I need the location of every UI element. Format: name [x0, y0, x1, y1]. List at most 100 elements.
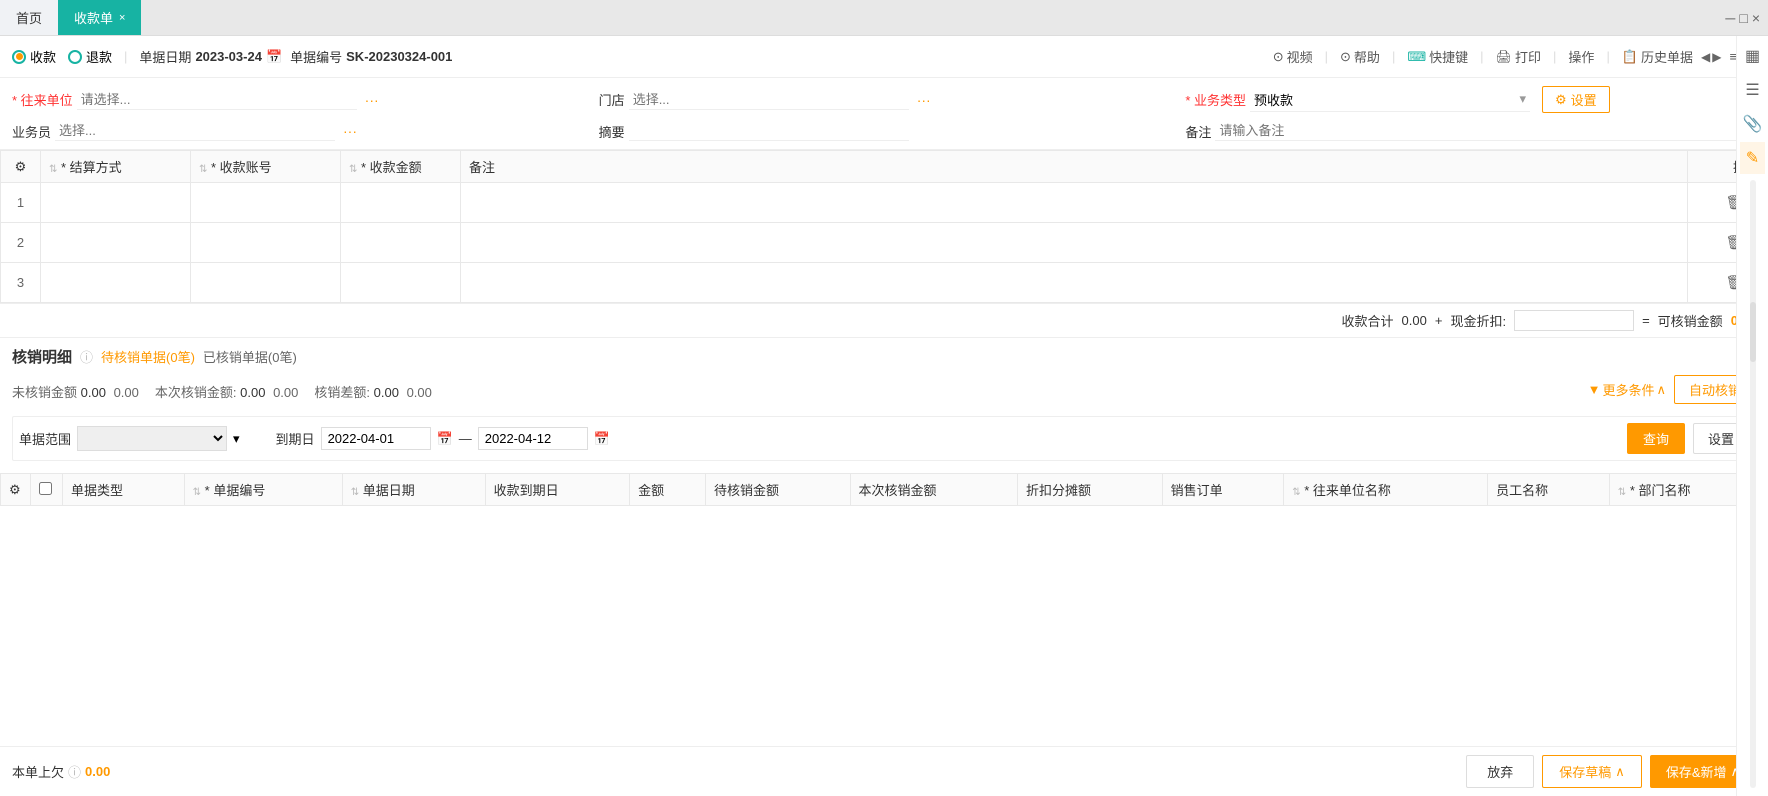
discard-button[interactable]: 放弃 [1466, 755, 1534, 788]
date-field: 单据日期 2023-03-24 📅 [139, 47, 282, 66]
row3-remark[interactable] [461, 263, 1688, 303]
row2-account[interactable] [191, 223, 341, 263]
scrollbar-track[interactable] [1750, 180, 1756, 788]
row3-amount[interactable] [341, 263, 461, 303]
radio-group: 收款 退款 [12, 47, 112, 66]
total-value: 0.00 [1402, 313, 1427, 328]
row2-amount[interactable] [341, 223, 461, 263]
tab-pending[interactable]: 待核销单据(0笔) [101, 347, 195, 366]
row3-account[interactable] [191, 263, 341, 303]
salesman-input[interactable] [55, 121, 335, 141]
col-this-label: 本次核销金额 [859, 483, 937, 498]
biz-type-arrow: ▾ [1519, 91, 1526, 107]
radio-return[interactable]: 退款 [68, 47, 112, 66]
query-button[interactable]: 查询 [1627, 423, 1685, 454]
store-more-icon[interactable]: ··· [917, 92, 931, 108]
date-value[interactable]: 2023-03-24 [195, 49, 262, 64]
date-to-input[interactable] [478, 427, 588, 450]
col-sales-order-header: 销售订单 [1162, 474, 1284, 506]
col-employee-label: 员工名称 [1496, 483, 1548, 498]
print-btn[interactable]: 🖨 打印 [1496, 47, 1542, 66]
more-conditions[interactable]: ▼ 更多条件 ∧ [1588, 380, 1666, 399]
col-amount-text: * 收款金额 [361, 160, 422, 175]
col-checkbox2-header[interactable] [31, 474, 63, 506]
col-discount-header: 折扣分摊额 [1018, 474, 1163, 506]
col-discount-label: 折扣分摊额 [1026, 483, 1091, 498]
store-input[interactable] [629, 90, 909, 110]
date-from-input[interactable] [321, 427, 431, 450]
date-dash: — [459, 431, 472, 446]
history-icon: 📋 [1622, 49, 1638, 65]
tab-receive[interactable]: 收款单 × [58, 0, 141, 35]
partner-more-icon[interactable]: ··· [365, 92, 379, 108]
abstract-input[interactable] [629, 121, 909, 141]
window-max-icon[interactable]: □ [1739, 10, 1747, 26]
scrollbar-thumb[interactable] [1750, 302, 1756, 362]
unchecked-value: 0.00 [81, 385, 106, 400]
number-value[interactable]: SK-20230324-001 [346, 49, 452, 64]
range-select[interactable] [77, 426, 227, 451]
col-checkbox-header[interactable]: ⚙ [1, 474, 31, 506]
row3-settle[interactable] [41, 263, 191, 303]
nav-right-icon[interactable]: ▶ [1712, 50, 1721, 64]
nav-left-icon[interactable]: ◀ [1701, 50, 1710, 64]
filter-icon: ▼ [1588, 382, 1601, 397]
biz-type-dropdown[interactable]: 预收款 ▾ [1250, 88, 1530, 112]
settings-button[interactable]: ⚙ 设置 [1542, 86, 1610, 113]
date-from-calendar-icon[interactable]: 📅 [437, 431, 453, 447]
col-settle-header: ⇅ * 结算方式 [41, 151, 191, 183]
col-settings-icon[interactable]: ⚙ [9, 482, 21, 497]
tab-done[interactable]: 已核销单据(0笔) [203, 347, 297, 366]
salesman-more-icon[interactable]: ··· [343, 123, 357, 139]
sidebar-table-icon[interactable]: ▦ [1739, 40, 1766, 72]
row1-settle[interactable] [41, 183, 191, 223]
shortcut-btn[interactable]: ⌨ 快捷键 [1407, 47, 1468, 66]
window-close-icon[interactable]: × [1752, 10, 1760, 26]
date-filter-label: 到期日 [276, 429, 315, 448]
row1-amount[interactable] [341, 183, 461, 223]
writeoff-info-icon[interactable]: ⓘ [80, 347, 93, 366]
tab-close-icon[interactable]: × [119, 12, 125, 24]
sidebar-edit-icon[interactable]: ✎ [1740, 142, 1765, 174]
col-date-header: ⇅ 单据日期 [342, 474, 485, 506]
help-btn[interactable]: ⊙ 帮助 [1340, 47, 1380, 66]
tab-home[interactable]: 首页 [0, 0, 58, 35]
date-to-calendar-icon[interactable]: 📅 [594, 431, 610, 447]
prev-value: 0.00 [85, 764, 110, 779]
select-all-checkbox[interactable] [39, 482, 52, 495]
row1-remark[interactable] [461, 183, 1688, 223]
row2-settle[interactable] [41, 223, 191, 263]
salesman-field: 业务员 ··· [12, 121, 583, 141]
radio-return-dot [68, 50, 82, 64]
sidebar-list-icon[interactable]: ☰ [1739, 74, 1765, 106]
remark-input[interactable] [1215, 121, 1756, 141]
net-label: 可核销金额 [1658, 311, 1723, 330]
tab-receive-label: 收款单 [74, 8, 113, 27]
radio-receive[interactable]: 收款 [12, 47, 56, 66]
sidebar-attach-icon[interactable]: 📎 [1737, 108, 1768, 140]
save-new-label: 保存&新增 [1666, 762, 1727, 781]
table-gear-icon[interactable]: ⚙ [15, 159, 27, 174]
footer-right: 放弃 保存草稿 ∧ 保存&新增 ∧ [1466, 755, 1756, 788]
row1-account[interactable] [191, 183, 341, 223]
save-draft-button[interactable]: 保存草稿 ∧ [1542, 755, 1642, 788]
window-min-icon[interactable]: ─ [1725, 10, 1735, 26]
abstract-field: 摘要 [599, 121, 1170, 141]
prev-info-icon[interactable]: ⓘ [68, 762, 81, 781]
history-btn[interactable]: 📋 历史单据 [1622, 47, 1693, 66]
col-pending-header: 待核销金额 [705, 474, 850, 506]
video-btn[interactable]: ⊙ 视频 [1273, 47, 1313, 66]
date-calendar-icon[interactable]: 📅 [266, 49, 282, 65]
row2-remark[interactable] [461, 223, 1688, 263]
total-label: 收款合计 [1342, 311, 1394, 330]
filter-btns: 查询 设置 [1627, 423, 1749, 454]
discount-input[interactable] [1514, 310, 1634, 331]
filter-row: 单据范围 ▾ 到期日 📅 — 📅 查询 设置 [12, 416, 1756, 461]
partner-input[interactable] [77, 90, 357, 110]
operation-btn[interactable]: 操作 [1568, 47, 1594, 66]
table-row: 1 🗑 ⊕ [1, 183, 1768, 223]
col-settings-header[interactable]: ⚙ [1, 151, 41, 183]
col-remark-text: 备注 [469, 160, 495, 175]
biz-type-field: * 业务类型 预收款 ▾ ⚙ 设置 [1185, 86, 1756, 113]
col-number-header: ⇅ * 单据编号 [184, 474, 342, 506]
